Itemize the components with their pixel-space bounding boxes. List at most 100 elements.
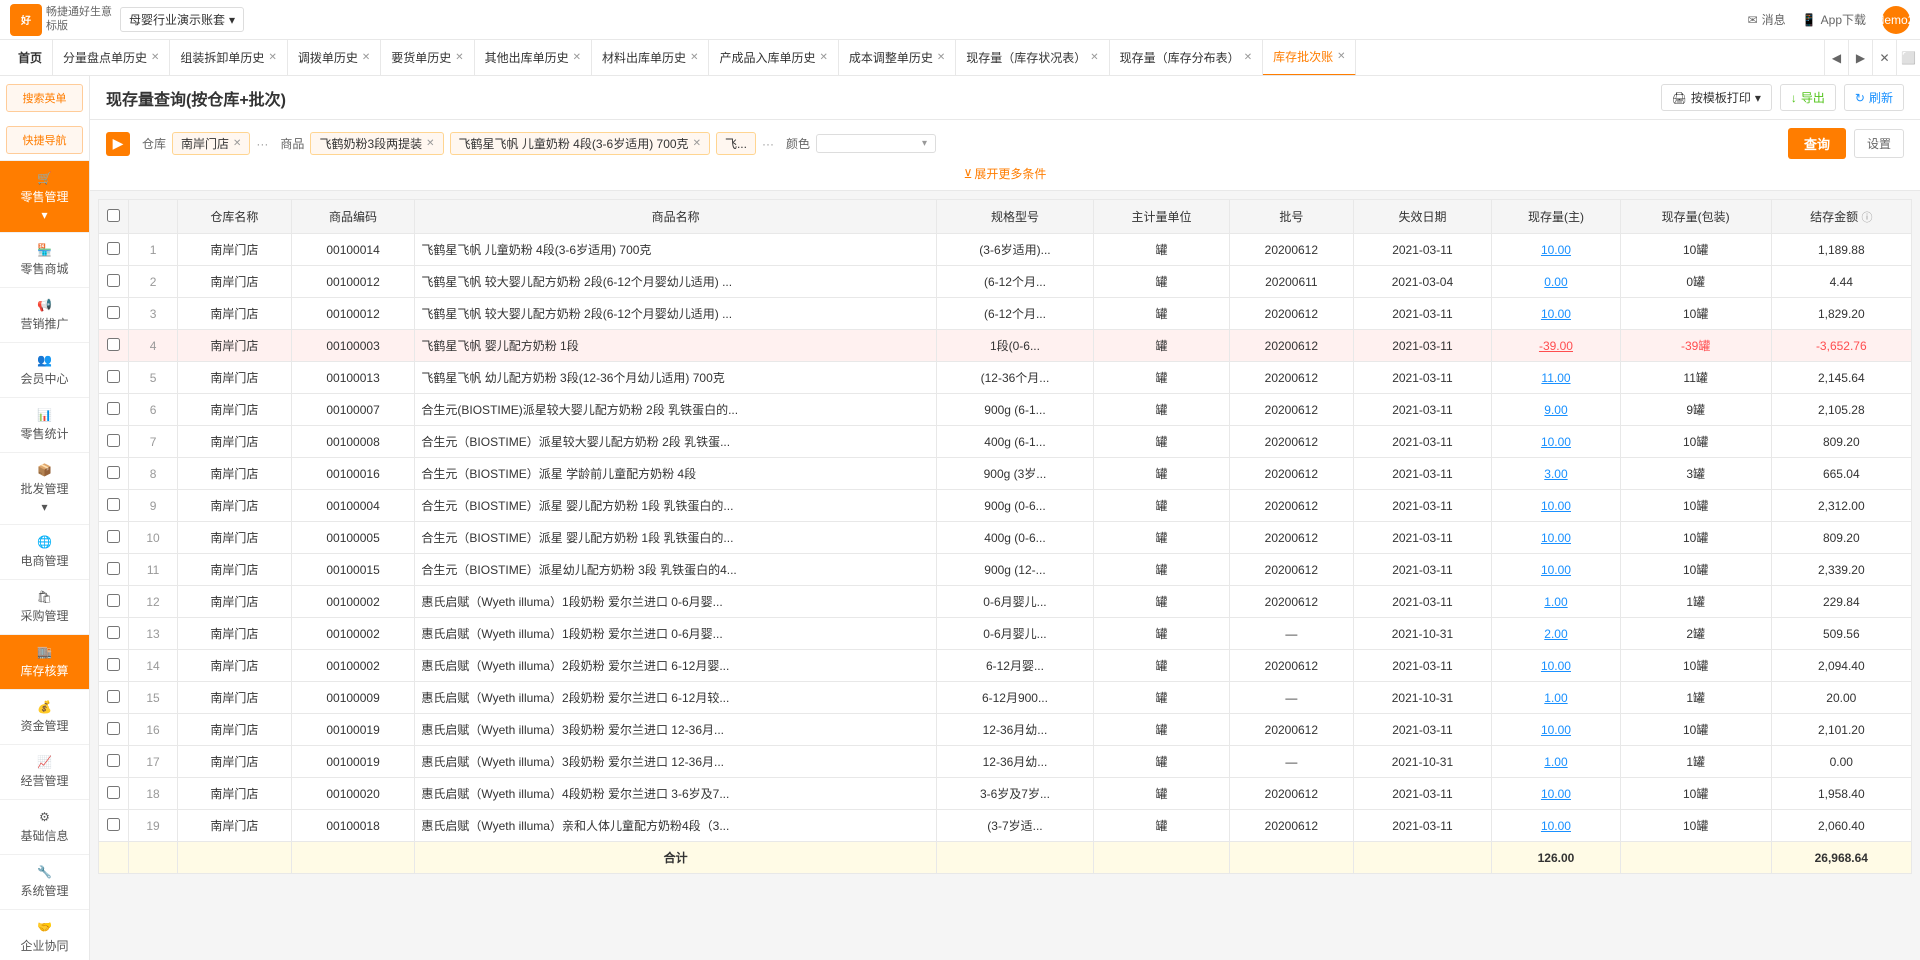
sidebar-item-finance[interactable]: 💰 资金管理 — [0, 690, 89, 745]
product-tag2-close-icon[interactable]: ✕ — [693, 138, 701, 149]
nav-right-arrow[interactable]: ▶ — [1848, 40, 1872, 76]
close-icon[interactable]: ✕ — [1337, 51, 1345, 62]
row-checkbox[interactable] — [107, 306, 120, 319]
th-expire[interactable]: 失效日期 — [1353, 200, 1492, 234]
row-checkbox[interactable] — [107, 818, 120, 831]
th-stock-main[interactable]: 现存量(主) — [1492, 200, 1621, 234]
nav-left-arrow[interactable]: ◀ — [1824, 40, 1848, 76]
sidebar-item-retail-mall[interactable]: 🏪 零售商城 — [0, 233, 89, 288]
row-checkbox[interactable] — [107, 562, 120, 575]
row-checkbox[interactable] — [107, 754, 120, 767]
sidebar-item-wholesale[interactable]: 📦 批发管理 ▾ — [0, 453, 89, 525]
sidebar-item-system[interactable]: 🔧 系统管理 — [0, 855, 89, 910]
product-tag1[interactable]: 飞鹤奶粉3段两提装 ✕ — [310, 132, 443, 155]
tab-cailiao[interactable]: 材料出库单历史 ✕ — [592, 40, 709, 76]
row-checkbox[interactable] — [107, 466, 120, 479]
expand-more-button[interactable]: ⊻ 展开更多条件 — [106, 165, 1904, 182]
product-dots-tag[interactable]: 飞... — [716, 132, 756, 155]
tab-kucun2[interactable]: 现存量（库存分布表） ✕ — [1110, 40, 1263, 76]
sidebar-item-retail-stats[interactable]: 📊 零售统计 — [0, 398, 89, 453]
close-icon[interactable]: ✕ — [1090, 52, 1098, 63]
setting-button[interactable]: 设置 — [1854, 129, 1904, 158]
row-checkbox[interactable] — [107, 786, 120, 799]
sidebar-item-ecommerce[interactable]: 🌐 电商管理 — [0, 525, 89, 580]
close-icon[interactable]: ✕ — [937, 52, 945, 63]
th-name[interactable]: 商品名称 — [415, 200, 937, 234]
select-all-checkbox[interactable] — [107, 209, 120, 222]
refresh-button[interactable]: ↻ 刷新 — [1844, 84, 1904, 111]
th-amount[interactable]: 结存金额 ⓘ — [1771, 200, 1911, 234]
close-icon[interactable]: ✕ — [819, 52, 827, 63]
product-tag1-close-icon[interactable]: ✕ — [426, 138, 434, 149]
sidebar-item-inventory[interactable]: 🏬 库存核算 — [0, 635, 89, 690]
row-checkbox[interactable] — [107, 690, 120, 703]
th-stock-pack[interactable]: 现存量(包装) — [1620, 200, 1771, 234]
tab-chengben[interactable]: 成本调整单历史 ✕ — [839, 40, 956, 76]
product-tag2[interactable]: 飞鹤星飞帆 儿童奶粉 4段(3-6岁适用) 700克 ✕ — [450, 132, 710, 155]
sidebar-item-member[interactable]: 👥 会员中心 — [0, 343, 89, 398]
row-checkbox[interactable] — [107, 594, 120, 607]
export-button[interactable]: ↓ 导出 — [1780, 84, 1836, 111]
row-checkbox[interactable] — [107, 434, 120, 447]
cell-name: 合生元（BIOSTIME）派星较大婴儿配方奶粉 2段 乳铁蛋... — [415, 426, 937, 458]
row-checkbox[interactable] — [107, 338, 120, 351]
search-menu-button[interactable]: 搜索英单 — [6, 84, 83, 112]
sidebar-item-ops[interactable]: 📈 经营管理 — [0, 745, 89, 800]
nav-close-all[interactable]: ✕ — [1872, 40, 1896, 76]
row-checkbox[interactable] — [107, 274, 120, 287]
color-select[interactable]: ▾ — [816, 134, 936, 153]
product-more-dots[interactable]: ··· — [762, 137, 774, 151]
close-icon[interactable]: ✕ — [690, 52, 698, 63]
tab-kucun1[interactable]: 现存量（库存状况表） ✕ — [956, 40, 1109, 76]
table-row: 18 南岸门店 00100020 惠氏启赋（Wyeth illuma）4段奶粉 … — [99, 778, 1912, 810]
tab-chengpin[interactable]: 产成品入库单历史 ✕ — [709, 40, 838, 76]
nav-expand-tabs[interactable]: ⬜ — [1896, 40, 1920, 76]
tab-yaohuo[interactable]: 要货单历史 ✕ — [381, 40, 474, 76]
query-button[interactable]: 查询 — [1788, 128, 1846, 159]
filter-collapse-button[interactable]: ▶ — [106, 132, 130, 156]
warehouse-more-dots[interactable]: ··· — [256, 137, 268, 151]
sidebar-item-basic[interactable]: ⚙ 基础信息 — [0, 800, 89, 855]
template-print-button[interactable]: 🖨 按模板打印 ▾ — [1661, 84, 1772, 111]
info-icon[interactable]: ⓘ — [1861, 212, 1872, 224]
close-icon[interactable]: ✕ — [455, 52, 463, 63]
close-icon[interactable]: ✕ — [1244, 52, 1252, 63]
app-download-action[interactable]: 📱 App下载 — [1802, 11, 1866, 28]
close-icon[interactable]: ✕ — [362, 52, 370, 63]
close-icon[interactable]: ✕ — [573, 52, 581, 63]
message-action[interactable]: ✉ 消息 — [1748, 11, 1786, 28]
row-checkbox[interactable] — [107, 370, 120, 383]
cell-warehouse: 南岸门店 — [178, 586, 292, 618]
store-selector[interactable]: 母婴行业演示账套 ▾ — [120, 7, 244, 32]
th-warehouse[interactable]: 仓库名称 — [178, 200, 292, 234]
sidebar-item-collab[interactable]: 🤝 企业协同 — [0, 910, 89, 960]
cell-stock-main: 1.00 — [1492, 746, 1621, 778]
row-checkbox[interactable] — [107, 722, 120, 735]
row-checkbox[interactable] — [107, 242, 120, 255]
avatar[interactable]: demo2 — [1882, 6, 1910, 34]
row-number: 4 — [129, 330, 178, 362]
tab-chuku[interactable]: 其他出库单历史 ✕ — [475, 40, 592, 76]
tab-kucun-pici[interactable]: 库存批次账 ✕ — [1263, 40, 1356, 76]
th-batch[interactable]: 批号 — [1230, 200, 1354, 234]
warehouse-tag-close-icon[interactable]: ✕ — [233, 138, 241, 149]
close-icon[interactable]: ✕ — [268, 52, 276, 63]
th-spec[interactable]: 规格型号 — [936, 200, 1093, 234]
sidebar-item-retail-mgmt[interactable]: 🛒 零售管理 ▾ — [0, 161, 89, 233]
row-checkbox[interactable] — [107, 626, 120, 639]
quick-nav-button[interactable]: 快捷导航 — [6, 126, 83, 154]
sidebar-item-marketing[interactable]: 📢 营销推广 — [0, 288, 89, 343]
tab-diaobuo[interactable]: 调拨单历史 ✕ — [288, 40, 381, 76]
tab-fenpan[interactable]: 分量盘点单历史 ✕ — [53, 40, 170, 76]
close-icon[interactable]: ✕ — [151, 52, 159, 63]
row-checkbox[interactable] — [107, 498, 120, 511]
tab-home[interactable]: 首页 — [8, 40, 53, 76]
th-code[interactable]: 商品编码 — [291, 200, 415, 234]
row-checkbox[interactable] — [107, 530, 120, 543]
row-checkbox[interactable] — [107, 658, 120, 671]
tab-zuzhang[interactable]: 组装拆卸单历史 ✕ — [170, 40, 287, 76]
row-checkbox[interactable] — [107, 402, 120, 415]
th-unit[interactable]: 主计量单位 — [1094, 200, 1230, 234]
warehouse-tag[interactable]: 南岸门店 ✕ — [172, 132, 250, 155]
sidebar-item-purchase[interactable]: 🛍 采购管理 — [0, 580, 89, 635]
